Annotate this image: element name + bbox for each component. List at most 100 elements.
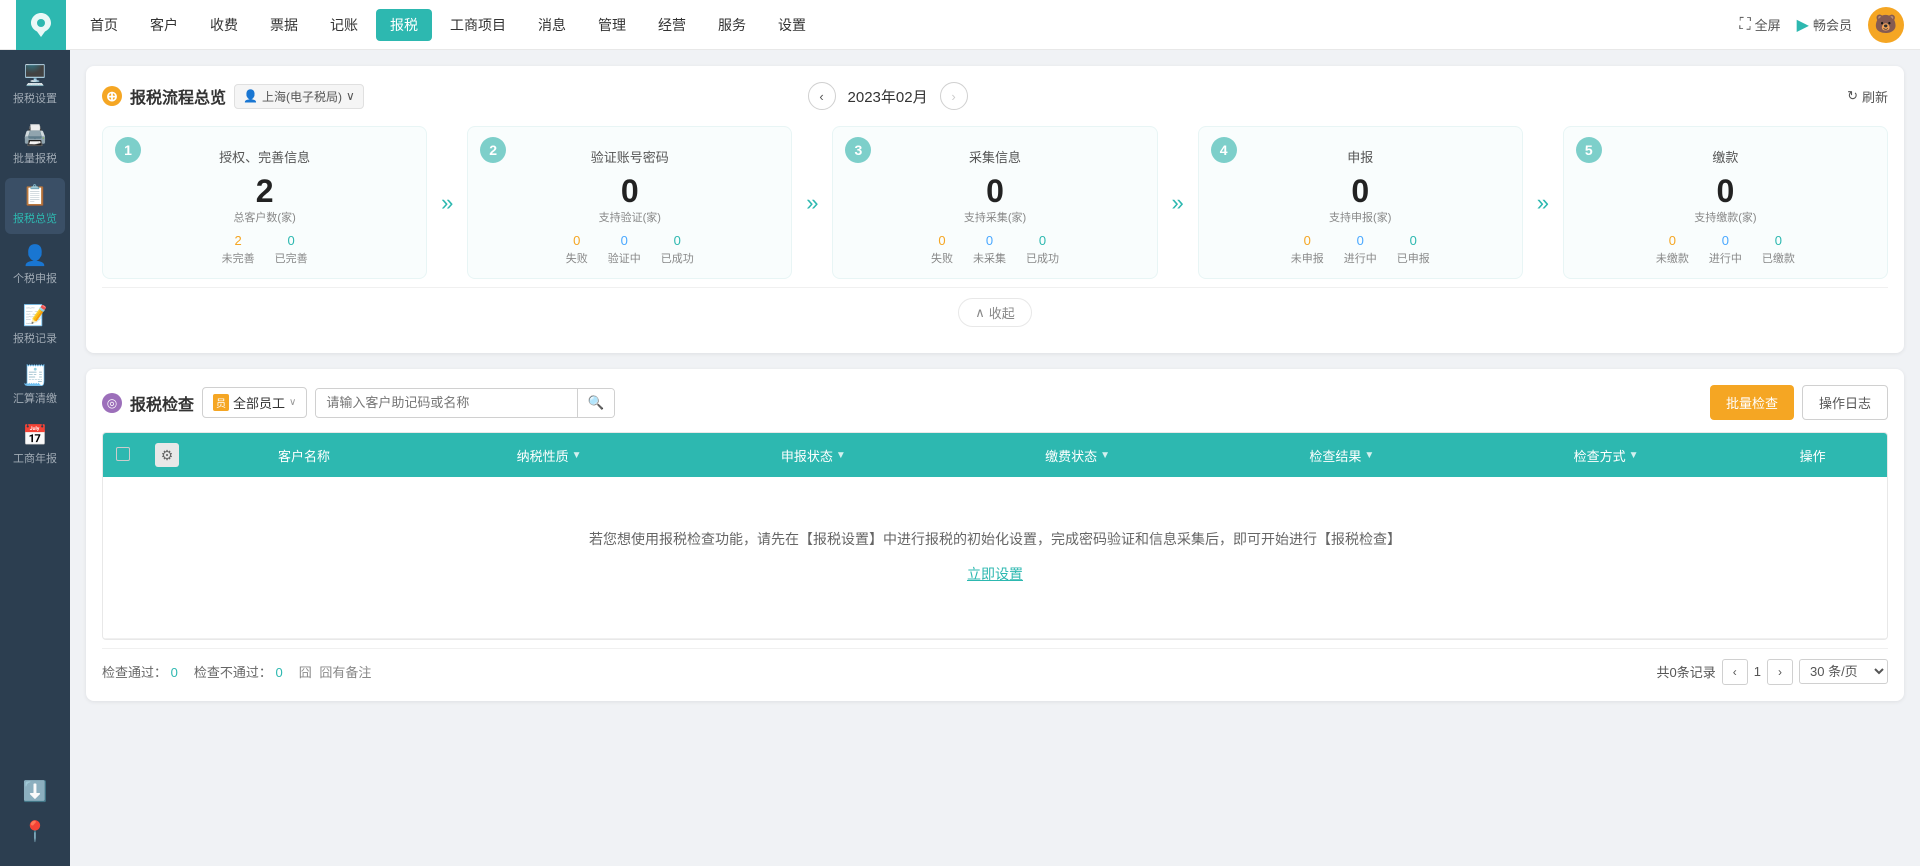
setup-link[interactable]: 立即设置 (967, 566, 1023, 582)
check-header: ◎ 报税检查 员 全部员工 ∨ 🔍 批量检查 操作日志 (102, 385, 1888, 420)
date-prev-btn[interactable]: ‹ (808, 82, 836, 110)
overview-title-icon: ⊕ (102, 86, 122, 106)
th-customer-name: 客户名称 (191, 433, 417, 477)
overview-title: 报税流程总览 (130, 84, 226, 108)
step-1-stat-1: 0 已完善 (275, 233, 308, 266)
overview-header: ⊕ 报税流程总览 👤 上海(电子税局) ∨ ‹ 2023年02月 › ↻ 刷新 (102, 82, 1888, 110)
pass-count-link[interactable]: 0 (171, 665, 178, 680)
avatar[interactable]: 🐻 (1868, 7, 1904, 43)
gear-button[interactable]: ⚙ (155, 443, 179, 467)
step-5-stat-2: 0 已缴款 (1762, 233, 1795, 266)
nav-settings[interactable]: 设置 (764, 9, 820, 41)
step-1-val-0: 2 (234, 233, 241, 248)
search-input[interactable] (316, 389, 576, 416)
location-selector[interactable]: 👤 上海(电子税局) ∨ (234, 84, 364, 109)
tax-record-icon: 📝 (23, 306, 48, 326)
step-4-stat-2: 0 已申报 (1397, 233, 1430, 266)
nav-management[interactable]: 管理 (584, 9, 640, 41)
step-5-number: 5 (1576, 137, 1602, 163)
collapse-button[interactable]: ∧ 收起 (958, 298, 1032, 327)
sidebar-item-download[interactable]: ⬇️ (5, 774, 65, 810)
check-card: ◎ 报税检查 员 全部员工 ∨ 🔍 批量检查 操作日志 (86, 369, 1904, 700)
nav-message[interactable]: 消息 (524, 9, 580, 41)
settlement-icon: 🧾 (23, 366, 48, 386)
check-result-header[interactable]: 检查结果 ▼ (1309, 446, 1374, 465)
location-icon: 📍 (23, 822, 48, 842)
nav-fee[interactable]: 收费 (196, 9, 252, 41)
logo (16, 0, 66, 50)
step-2-count: 0 (480, 174, 779, 209)
download-icon: ⬇️ (23, 782, 48, 802)
sidebar-item-personal-tax[interactable]: 👤 个税申报 (5, 238, 65, 294)
step-4-title: 申报 (1211, 147, 1510, 166)
step-5-val-2: 0 (1775, 233, 1782, 248)
nav-customer[interactable]: 客户 (136, 9, 192, 41)
step-3-stat-1: 0 未采集 (973, 233, 1006, 266)
nav-home[interactable]: 首页 (76, 9, 132, 41)
search-button[interactable]: 🔍 (577, 389, 615, 417)
step-3-card: 3 采集信息 0 支持采集(家) 0 失败 0 未采集 0 已成功 (832, 126, 1157, 279)
operation-log-button[interactable]: 操作日志 (1802, 385, 1888, 420)
page-current: 1 (1754, 664, 1761, 679)
employee-filter[interactable]: 员 全部员工 ∨ (202, 387, 307, 418)
step-5-label-0: 未缴款 (1656, 250, 1689, 266)
fullscreen-btn[interactable]: ⛶ 全屏 (1739, 15, 1780, 34)
step-4-stats: 0 未申报 0 进行中 0 已申报 (1211, 233, 1510, 266)
step-5-stat-1: 0 进行中 (1709, 233, 1742, 266)
step-3-label-0: 失败 (931, 250, 953, 266)
step-4-card: 4 申报 0 支持申报(家) 0 未申报 0 进行中 0 已申报 (1198, 126, 1523, 279)
check-method-header[interactable]: 检查方式 ▼ (1574, 446, 1639, 465)
empty-message: 若您想使用报税检查功能，请先在【报税设置】中进行报税的初始化设置，完成密码验证和… (123, 527, 1867, 552)
tax-type-header[interactable]: 纳税性质 ▼ (517, 446, 582, 465)
check-method-filter-icon: ▼ (1629, 450, 1639, 461)
nav-tax[interactable]: 报税 (376, 9, 432, 41)
step-2-stats: 0 失败 0 验证中 0 已成功 (480, 233, 779, 266)
pay-status-header[interactable]: 缴费状态 ▼ (1045, 446, 1110, 465)
pay-filter-icon: ▼ (1100, 450, 1110, 461)
page-prev-btn[interactable]: ‹ (1722, 659, 1748, 685)
step-4-val-0: 0 (1304, 233, 1311, 248)
step-5-stats: 0 未缴款 0 进行中 0 已缴款 (1576, 233, 1875, 266)
sidebar-item-annual-report[interactable]: 📅 工商年报 (5, 418, 65, 474)
nav-business[interactable]: 工商项目 (436, 9, 520, 41)
step-3-val-1: 0 (986, 233, 993, 248)
sidebar-item-settlement[interactable]: 🧾 汇算清缴 (5, 358, 65, 414)
nav-service[interactable]: 服务 (704, 9, 760, 41)
sidebar-item-batch-tax[interactable]: 🖨️ 批量报税 (5, 118, 65, 174)
th-check-result: 检查结果 ▼ (1210, 433, 1474, 477)
nav-invoice[interactable]: 票据 (256, 9, 312, 41)
page-size-select[interactable]: 30 条/页 50 条/页 100 条/页 (1799, 659, 1888, 684)
step-3-stat-2: 0 已成功 (1026, 233, 1059, 266)
step-3-label-2: 已成功 (1026, 250, 1059, 266)
batch-tax-icon: 🖨️ (23, 126, 48, 146)
nav-operation[interactable]: 经营 (644, 9, 700, 41)
step-2-stat-1: 0 验证中 (608, 233, 641, 266)
step-3-val-2: 0 (1039, 233, 1046, 248)
sidebar-item-location[interactable]: 📍 (5, 814, 65, 850)
refresh-icon: ↻ (1847, 88, 1858, 104)
location-icon-sm: 👤 (243, 89, 258, 103)
step-2-subtitle: 支持验证(家) (480, 209, 779, 225)
step-3-label-1: 未采集 (973, 250, 1006, 266)
step-4-stat-1: 0 进行中 (1344, 233, 1377, 266)
declare-status-header[interactable]: 申报状态 ▼ (781, 446, 846, 465)
steps-row: 1 授权、完善信息 2 总客户数(家) 2 未完善 0 已完善 » (102, 126, 1888, 279)
member-btn[interactable]: ▶ 畅会员 (1797, 15, 1852, 35)
batch-check-button[interactable]: 批量检查 (1710, 385, 1794, 420)
nav-bookkeeping[interactable]: 记账 (316, 9, 372, 41)
select-all-checkbox[interactable] (116, 447, 130, 461)
step-arrow-4: » (1523, 126, 1563, 279)
step-5-val-0: 0 (1669, 233, 1676, 248)
sidebar-item-tax-overview[interactable]: 📋 报税总览 (5, 178, 65, 234)
th-operation: 操作 (1738, 433, 1887, 477)
date-next-btn[interactable]: › (940, 82, 968, 110)
step-3-val-0: 0 (938, 233, 945, 248)
fail-count-link[interactable]: 0 (276, 665, 283, 680)
sidebar-item-tax-settings[interactable]: 🖥️ 报税设置 (5, 58, 65, 114)
page-next-btn[interactable]: › (1767, 659, 1793, 685)
tax-type-filter-icon: ▼ (572, 450, 582, 461)
refresh-button[interactable]: ↻ 刷新 (1847, 87, 1888, 106)
step-arrow-2: » (792, 126, 832, 279)
sidebar-item-tax-record[interactable]: 📝 报税记录 (5, 298, 65, 354)
step-5-card: 5 缴款 0 支持缴款(家) 0 未缴款 0 进行中 0 已缴款 (1563, 126, 1888, 279)
